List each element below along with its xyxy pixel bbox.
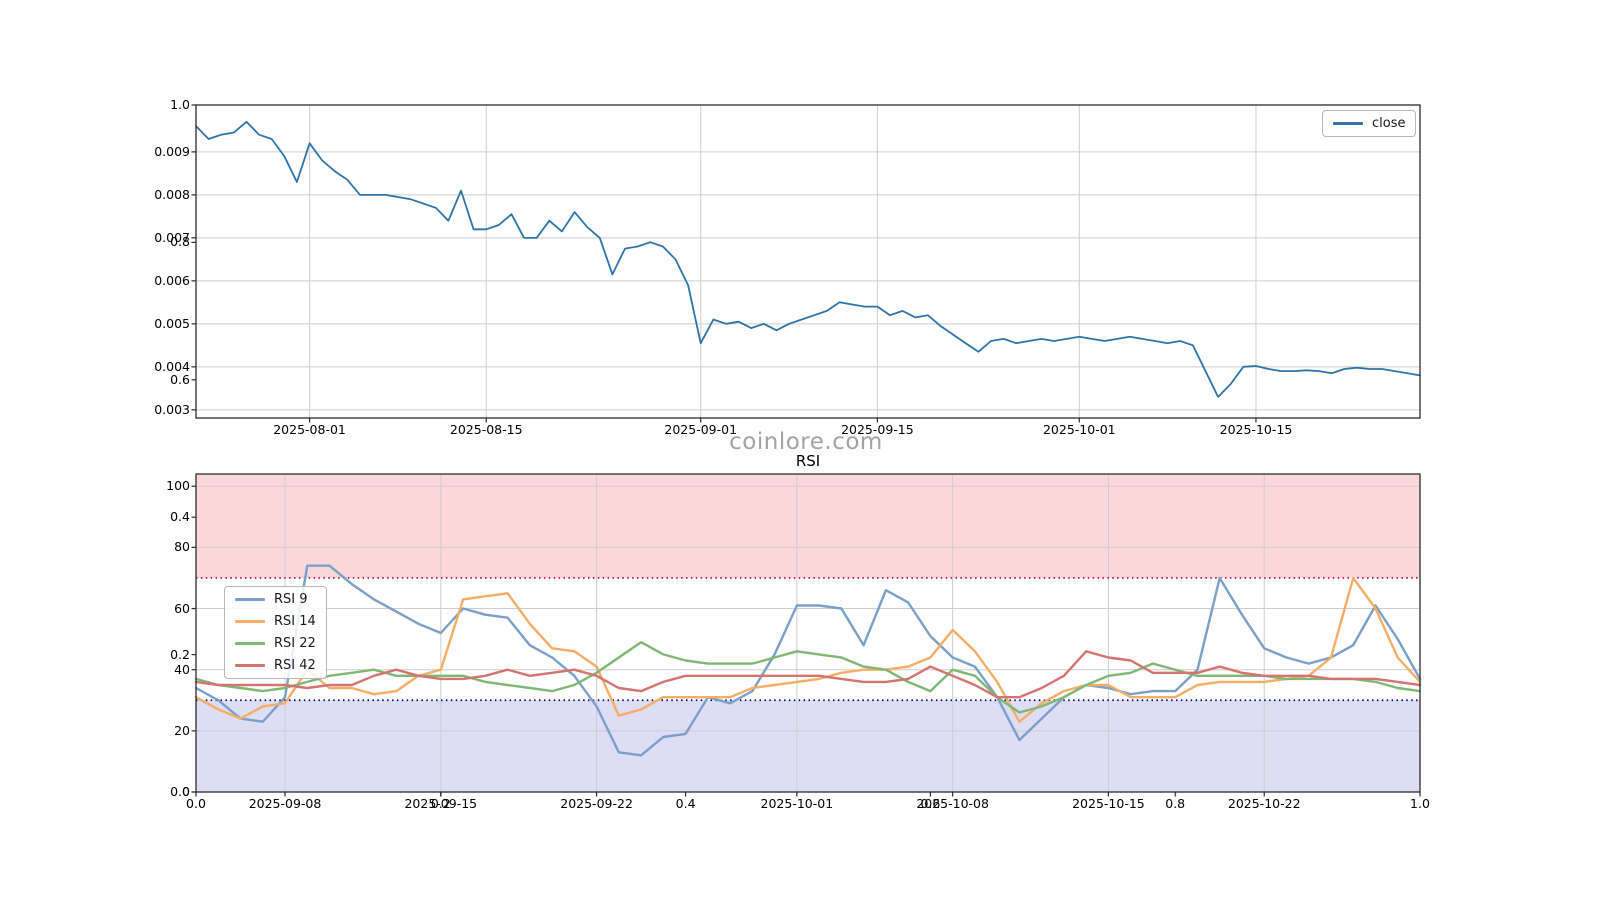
rsi-legend-item-rsi42: RSI 42 [235,658,316,673]
overlay-y-tick-label: 0.2 [170,646,190,662]
rsi-y-tick-label: 80 [174,539,190,555]
rsi-y-tick-label: 40 [174,661,190,677]
overlay-y-tick-label: 0.6 [170,371,190,387]
rsi-x-tick-label: 2025-10-22 [1227,796,1301,811]
price-y-tick-label: 0.006 [154,272,190,288]
price-x-tick-label: 2025-08-15 [449,422,523,437]
overlay-x-tick-label: 0.2 [430,796,451,811]
close-line-swatch [1333,121,1363,126]
rsi42-legend-label: RSI 42 [274,658,316,673]
rsi9-legend-label: RSI 9 [274,592,308,607]
rsi-legend-item-rsi14: RSI 14 [235,614,316,629]
price-x-tick-label: 2025-10-15 [1219,422,1293,437]
close-legend-label: close [1372,116,1406,131]
rsi-x-tick-label: 2025-09-08 [248,796,322,811]
price-legend: close [1322,110,1417,137]
price-x-tick-label: 2025-09-01 [664,422,738,437]
overlay-x-tick-label: 1.0 [1410,796,1430,811]
overlay-y-tick-label: 1.0 [170,97,190,112]
rsi22-line-swatch [235,641,265,646]
rsi-legend-item-rsi22: RSI 22 [235,636,316,651]
rsi-chart-title: RSI [795,452,821,470]
rsi-y-tick-label: 60 [174,600,190,616]
rsi-x-tick-label: 2025-09-22 [560,796,633,811]
rsi42-line-swatch [235,663,265,668]
rsi-x-tick-label: 2025-10-15 [1072,796,1145,811]
rsi9-line-swatch [235,597,265,602]
overlay-y-tick-label: 0.0 [170,784,190,799]
overlay-x-tick-label: 0.0 [186,796,206,811]
overlay-x-tick-label: 0.4 [675,796,696,811]
rsi-y-tick-label: 20 [174,722,190,738]
rsi-legend-item-rsi9: RSI 9 [235,592,316,607]
price-y-tick-label: 0.009 [154,143,190,159]
rsi14-line-swatch [235,619,265,624]
price-x-tick-label: 2025-08-01 [273,422,346,437]
price-y-tick-label: 0.008 [154,186,190,202]
price-y-tick-label: 0.005 [154,315,190,331]
overlay-y-tick-label: 0.8 [170,234,190,250]
overlay-x-tick-label: 0.6 [920,796,941,811]
figure: 0.009 0.008 0.007 0.006 0.005 0.004 0.003 2025-… [0,0,1600,900]
overlay-x-tick-label: 0.8 [1165,796,1186,811]
rsi-y-tick-label: 100 [166,478,190,494]
rsi14-legend-label: RSI 14 [274,614,316,629]
price-x-tick-label: 2025-10-01 [1042,422,1116,437]
rsi-legend: RSI 9 RSI 14 RSI 22 RSI 42 [224,586,327,679]
price-y-tick-label: 0.003 [154,401,190,417]
overlay-y-tick-label: 0.4 [170,509,190,525]
rsi22-legend-label: RSI 22 [274,636,316,651]
rsi-x-tick-label: 2025-10-01 [760,796,834,811]
